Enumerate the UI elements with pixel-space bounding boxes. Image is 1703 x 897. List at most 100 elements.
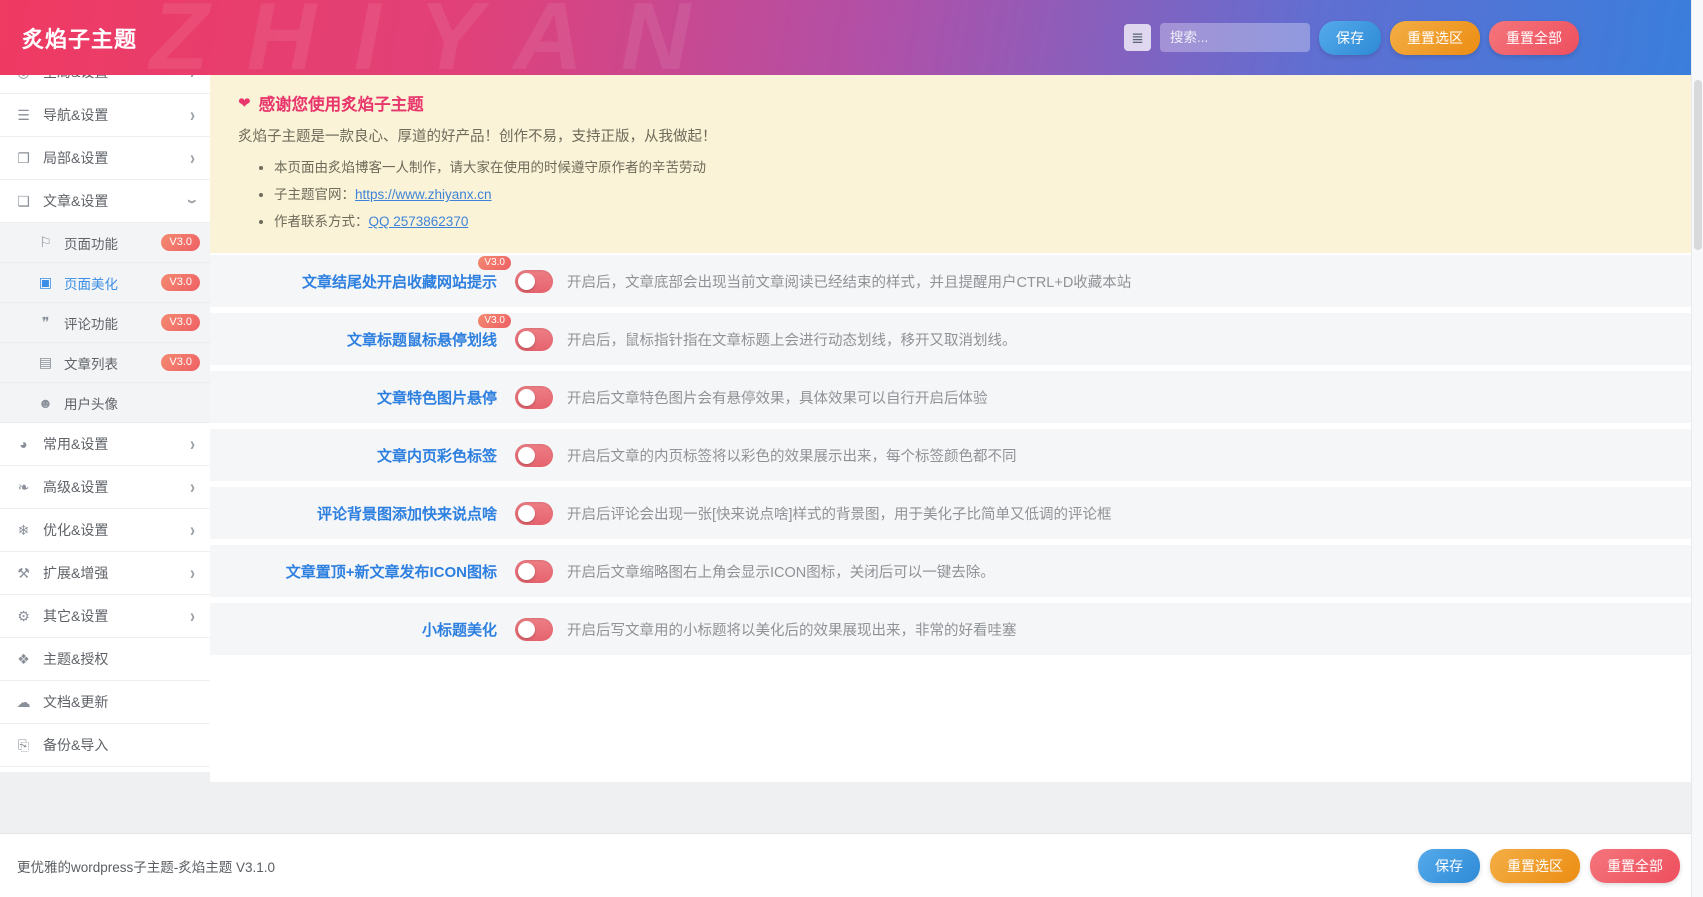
setting-description: 开启后写文章用的小标题将以美化后的效果展现出来，非常的好看哇塞	[567, 622, 1017, 639]
backup-copy-icon: ⎘	[17, 736, 30, 753]
setting-label: 小标题美化	[421, 621, 497, 639]
settings-rows: 文章结尾处开启收藏网站提示 V3.0 开启后，文章底部会出现当前文章阅读已经结束的…	[210, 253, 1691, 655]
toggle-switch[interactable]	[515, 327, 553, 351]
save-button[interactable]: 保存	[1418, 848, 1480, 883]
toggle-switch[interactable]	[515, 559, 553, 583]
notice-title: 感谢您使用炙焰子主题	[258, 96, 424, 114]
toggle-knob	[518, 562, 535, 580]
theme-website-link[interactable]: https://www.zhiyanx.cn	[355, 187, 492, 202]
user-avatar-icon: ☻	[38, 394, 53, 411]
sidebar-item-optimize-settings[interactable]: ❄ 优化&设置 ›	[0, 509, 210, 552]
setting-row-comment-background: 评论背景图添加快来说点啥 开启后评论会出现一张[快来说点啥]样式的背景图，用于美…	[210, 487, 1691, 539]
setting-row-colorful-tags: 文章内页彩色标签 开启后文章的内页标签将以彩色的效果展示出来，每个标签颜色都不同	[210, 429, 1691, 481]
github-icon: ❖	[17, 650, 30, 667]
chevron-right-icon: ›	[190, 604, 195, 628]
sidebar-item-backup-import[interactable]: ⎘ 备份&导入	[0, 724, 210, 767]
sidebar-item-nav-settings[interactable]: ☰ 导航&设置 ›	[0, 94, 210, 137]
search-input[interactable]	[1160, 23, 1310, 52]
setting-label: 评论背景图添加快来说点啥	[316, 505, 497, 523]
sidebar-item-common-settings[interactable]: ◕ 常用&设置 ›	[0, 423, 210, 466]
submenu-item-article-list[interactable]: ▤ 文章列表 V3.0	[0, 343, 210, 383]
main-content: ❤ 感谢您使用炙焰子主题 炙焰子主题是一款良心、厚道的好产品！创作不易，支持正版…	[210, 75, 1691, 782]
setting-label: 文章置顶+新文章发布ICON图标	[285, 563, 497, 581]
pie-chart-icon: ◕	[19, 436, 28, 452]
menu-icon: ≣	[1131, 29, 1144, 47]
article-list-icon: ▤	[38, 354, 53, 370]
sidebar-item-advanced-settings[interactable]: ❧ 高级&设置 ›	[0, 466, 210, 509]
chevron-right-icon: ›	[190, 146, 195, 170]
reset-all-button[interactable]: 重置全部	[1489, 20, 1579, 55]
nav-list-icon: ☰	[17, 106, 30, 123]
sidebar-item-global-settings[interactable]: ◎ 全局&设置 ›	[0, 75, 210, 94]
sidebar-item-extension-enhance[interactable]: ⚒ 扩展&增强 ›	[0, 552, 210, 595]
toggle-switch[interactable]	[515, 385, 553, 409]
setting-row-subtitle-beautify: 小标题美化 开启后写文章用的小标题将以美化后的效果展现出来，非常的好看哇塞	[210, 603, 1691, 655]
setting-label: 文章特色图片悬停	[376, 389, 497, 407]
sidebar-submenu: ⚐ 页面功能 V3.0 ▣ 页面美化 V3.0 ❞ 评论功能 V3.0 ▤ 文章…	[0, 223, 210, 423]
setting-description: 开启后，文章底部会出现当前文章阅读已经结束的样式，并且提醒用户CTRL+D收藏本…	[567, 274, 1132, 291]
cloud-icon: ☁	[16, 693, 31, 710]
app-title: 炙焰子主题	[22, 26, 138, 52]
setting-row-featured-image-hover: 文章特色图片悬停 开启后文章特色图片会有悬停效果，具体效果可以自行开启后体验	[210, 371, 1691, 423]
toggle-knob	[518, 388, 535, 406]
toggle-knob	[518, 504, 535, 522]
setting-row-title-hover-underline: 文章标题鼠标悬停划线 V3.0 开启后，鼠标指针指在文章标题上会进行动态划线，移开…	[210, 313, 1691, 365]
submenu-item-page-beautify[interactable]: ▣ 页面美化 V3.0	[0, 263, 210, 303]
version-badge: V3.0	[161, 354, 200, 371]
notice-list: 本页面由炙焰博客一人制作，请大家在使用的时候遵守原作者的辛苦劳动 子主题官网：h…	[274, 156, 1675, 230]
setting-label: 文章结尾处开启收藏网站提示	[301, 273, 497, 291]
version-badge: V3.0	[478, 313, 511, 328]
heart-icon: ❤	[238, 95, 251, 112]
chevron-down-icon: ›	[181, 198, 204, 204]
notice-item: 子主题官网：https://www.zhiyanx.cn	[274, 183, 1675, 203]
reset-selection-button[interactable]: 重置选区	[1390, 20, 1480, 55]
chevron-right-icon: ›	[190, 475, 195, 499]
footer: 更优雅的wordpress子主题-炙焰主题 V3.1.0 保存 重置选区 重置全…	[0, 833, 1703, 897]
setting-row-pinned-icon: 文章置顶+新文章发布ICON图标 开启后文章缩略图右上角会显示ICON图标，关闭…	[210, 545, 1691, 597]
author-qq-link[interactable]: QQ 2573862370	[369, 214, 469, 229]
toggle-knob	[518, 272, 535, 290]
layout-card-icon: ▣	[38, 274, 53, 290]
chevron-right-icon: ›	[190, 103, 195, 127]
chevron-right-icon: ›	[190, 518, 195, 542]
sidebar-item-docs-update[interactable]: ☁ 文档&更新	[0, 681, 210, 724]
plugin-icon: ⚒	[17, 564, 30, 581]
vertical-scrollbar[interactable]	[1691, 0, 1703, 897]
sidebar-item-partial-settings[interactable]: ❐ 局部&设置 ›	[0, 137, 210, 180]
setting-label: 文章内页彩色标签	[376, 447, 497, 465]
setting-description: 开启后文章缩略图右上角会显示ICON图标，关闭后可以一键去除。	[567, 564, 995, 581]
menu-toggle-button[interactable]: ≣	[1124, 24, 1151, 51]
sidebar-item-theme-license[interactable]: ❖ 主题&授权	[0, 638, 210, 681]
setting-description: 开启后评论会出现一张[快来说点啥]样式的背景图，用于美化子比简单又低调的评论框	[567, 506, 1112, 523]
toggle-switch[interactable]	[515, 501, 553, 525]
reset-all-button[interactable]: 重置全部	[1590, 848, 1680, 883]
sidebar: ◎ 全局&设置 › ☰ 导航&设置 › ❐ 局部&设置 › ❏ 文章&设置 › …	[0, 75, 210, 772]
header-controls: ≣ 保存 重置选区 重置全部	[1124, 20, 1579, 55]
setting-label: 文章标题鼠标悬停划线	[346, 331, 497, 349]
chevron-right-icon: ›	[190, 561, 195, 585]
sidebar-item-article-settings[interactable]: ❏ 文章&设置 ›	[0, 180, 210, 223]
toggle-knob	[518, 620, 535, 638]
version-badge: V3.0	[478, 255, 511, 270]
setting-description: 开启后文章的内页标签将以彩色的效果展示出来，每个标签颜色都不同	[567, 448, 1017, 465]
submenu-item-page-functions[interactable]: ⚐ 页面功能 V3.0	[0, 223, 210, 263]
scrollbar-thumb[interactable]	[1694, 80, 1702, 250]
toggle-switch[interactable]	[515, 617, 553, 641]
toggle-switch[interactable]	[515, 443, 553, 467]
gear-icon: ⚙	[17, 607, 30, 624]
submenu-item-user-avatar[interactable]: ☻ 用户头像	[0, 383, 210, 423]
reset-selection-button[interactable]: 重置选区	[1490, 848, 1580, 883]
footer-version-text: 更优雅的wordpress子主题-炙焰主题 V3.1.0	[17, 859, 276, 875]
version-badge: V3.0	[161, 314, 200, 331]
setting-row-favorite-hint: 文章结尾处开启收藏网站提示 V3.0 开启后，文章底部会出现当前文章阅读已经结束的…	[210, 255, 1691, 307]
save-button[interactable]: 保存	[1319, 20, 1381, 55]
submenu-item-comment-functions[interactable]: ❞ 评论功能 V3.0	[0, 303, 210, 343]
notice-item: 本页面由炙焰博客一人制作，请大家在使用的时候遵守原作者的辛苦劳动	[274, 156, 1675, 176]
version-badge: V3.0	[161, 234, 200, 251]
toggle-switch[interactable]	[515, 269, 553, 293]
sidebar-item-other-settings[interactable]: ⚙ 其它&设置 ›	[0, 595, 210, 638]
book-icon: ❏	[17, 192, 30, 209]
setting-description: 开启后文章特色图片会有悬停效果，具体效果可以自行开启后体验	[567, 390, 988, 407]
chevron-right-icon: ›	[190, 432, 195, 456]
version-badge: V3.0	[161, 274, 200, 291]
